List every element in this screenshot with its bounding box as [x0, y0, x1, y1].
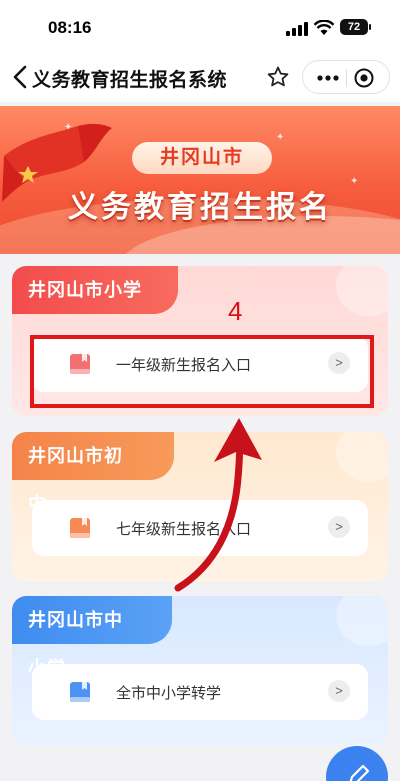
entry-label: 全市中小学转学: [116, 685, 222, 702]
section-tab-transfer: 井冈山市中小学: [12, 596, 172, 678]
chevron-right-icon: >: [328, 516, 350, 538]
sparkle: ✦: [276, 132, 285, 143]
section-tab-primary: 井冈山市小学: [12, 266, 178, 314]
annotation-highlight-box: [30, 335, 374, 408]
city-label: 井冈山市: [132, 142, 272, 174]
hero-banner: ✦ ✦ ✦ 井冈山市 义务教育招生报名: [0, 106, 400, 254]
annotation-step-number: 4: [228, 296, 243, 326]
entry-school-transfer[interactable]: 全市中小学转学 >: [32, 664, 368, 720]
book-icon: [70, 682, 90, 702]
banner-title: 义务教育招生报名: [68, 191, 332, 224]
sparkle: ✦: [64, 122, 73, 133]
signal-icon: [286, 22, 308, 36]
more-icon[interactable]: [313, 68, 343, 88]
pencil-icon: [349, 764, 370, 781]
battery-indicator: 72: [340, 19, 371, 35]
status-time: 08:16: [48, 18, 92, 37]
book-icon: [70, 518, 90, 538]
mini-program-capsule: [302, 60, 390, 94]
wifi-icon: [314, 20, 334, 35]
section-card-middle: 井冈山市初中 七年级新生报名入口 >: [12, 432, 388, 582]
chevron-right-icon: >: [328, 680, 350, 702]
nav-bar: 义务教育招生报名系统: [0, 52, 400, 102]
entry-label: 七年级新生报名入口: [116, 521, 252, 538]
card-decoration: [336, 266, 388, 316]
capsule-divider: [346, 69, 347, 87]
star-icon[interactable]: [266, 65, 290, 89]
section-card-transfer: 井冈山市中小学 全市中小学转学 >: [12, 596, 388, 746]
card-decoration: [336, 432, 388, 482]
entry-grade7-registration[interactable]: 七年级新生报名入口 >: [32, 500, 368, 556]
page-title: 义务教育招生报名系统: [32, 70, 228, 91]
section-tab-middle: 井冈山市初中: [12, 432, 174, 514]
card-decoration: [336, 596, 388, 646]
edit-fab-button[interactable]: [326, 746, 388, 781]
close-miniprogram-icon[interactable]: [353, 67, 375, 89]
status-bar: 08:16 72: [0, 0, 400, 52]
back-arrow-icon[interactable]: [10, 63, 32, 91]
